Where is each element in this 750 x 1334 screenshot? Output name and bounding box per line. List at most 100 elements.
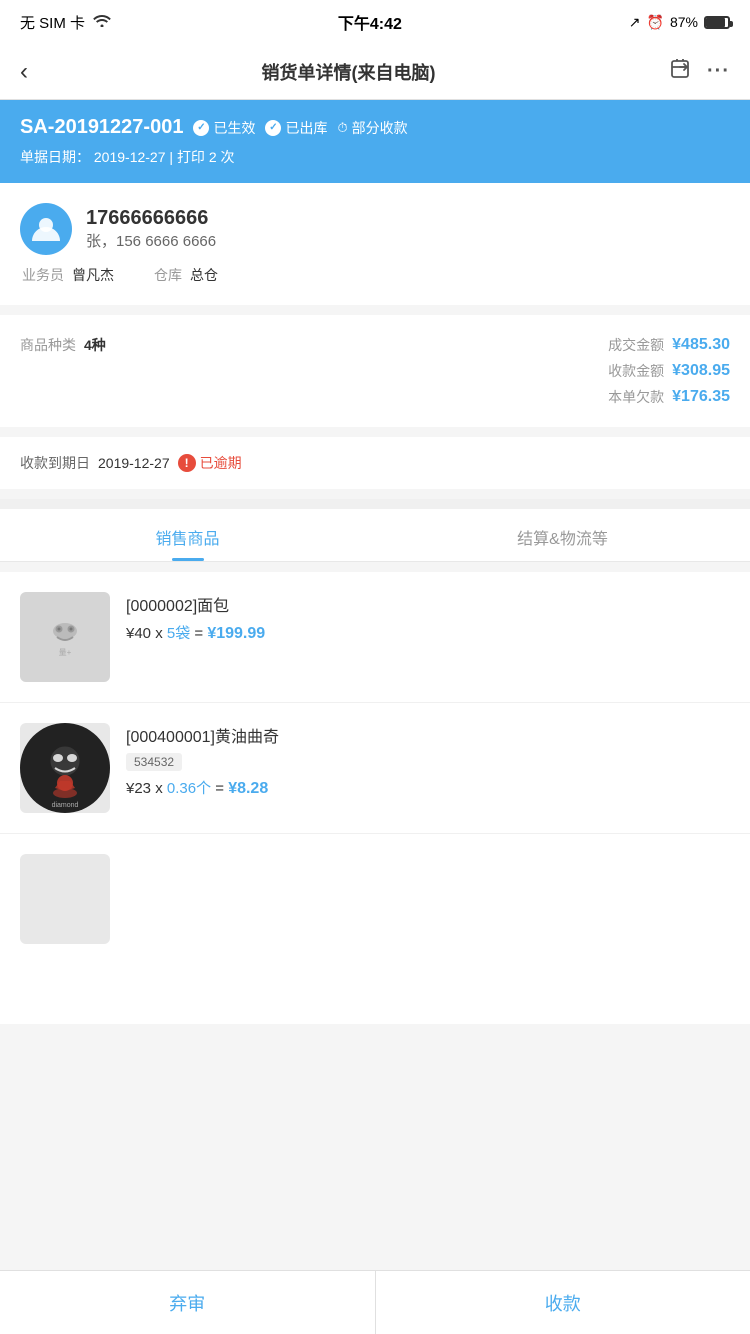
price-qty-2: 0.36个 (167, 780, 211, 797)
product-thumb-2: diamond (20, 723, 110, 813)
carrier-label: 无 SIM 卡 (20, 12, 85, 33)
order-status-badges: ✓ 已生效 ✓ 已出库 ⏱ 部分收款 (193, 118, 407, 138)
status-time: 下午4:42 (338, 10, 402, 34)
nav-actions: ··· (669, 58, 730, 86)
location-icon: ↗ (629, 14, 641, 31)
warehouse-item: 仓库 总仓 (154, 265, 218, 285)
category-label: 商品种类 (20, 335, 76, 355)
wifi-icon (93, 13, 111, 31)
check-icon-2: ✓ (265, 120, 281, 136)
price-qty-1: 5袋 (167, 625, 190, 642)
warehouse-label: 仓库 (154, 265, 182, 285)
received-value: ¥308.95 (672, 362, 730, 380)
product-price-2: ¥23 x 0.36个 = ¥8.28 (126, 777, 730, 798)
section-divider (0, 499, 750, 509)
due-date-value: 2019-12-27 (98, 455, 170, 471)
product-sku-2: 534532 (126, 753, 182, 771)
price-unit-2: ¥23 x (126, 780, 167, 797)
debt-value: ¥176.35 (672, 388, 730, 406)
product-item-2: diamond [000400001]黄油曲奇 534532 ¥23 x 0.3… (0, 703, 750, 834)
product-price-1: ¥40 x 5袋 = ¥199.99 (126, 622, 730, 643)
clock-icon: ⏱ (337, 120, 347, 136)
collect-payment-button[interactable]: 收款 (376, 1271, 750, 1334)
salesperson-label: 业务员 (22, 265, 64, 285)
bottom-bar: 弃审 收款 (0, 1270, 750, 1334)
battery-icon (704, 16, 730, 29)
tab-sales-label: 销售商品 (155, 531, 219, 548)
amount-label: 成交金额 (608, 335, 664, 355)
abandon-review-label: 弃审 (169, 1290, 205, 1316)
order-date: 2019-12-27 (94, 149, 166, 165)
amount-value: ¥485.30 (672, 336, 730, 354)
salesperson-value: 曾凡杰 (72, 265, 114, 285)
status-effective: 已生效 (213, 118, 255, 138)
avatar (20, 203, 72, 255)
tab-settlement-label: 结算&物流等 (517, 531, 608, 548)
status-badge-effective: ✓ 已生效 (193, 118, 255, 138)
back-button[interactable]: ‹ (20, 58, 28, 86)
date-label: 单据日期： (20, 149, 90, 165)
status-partial: 部分收款 (352, 118, 408, 138)
status-badge-partial: ⏱ 部分收款 (337, 118, 407, 138)
debt-label: 本单欠款 (608, 387, 664, 407)
overdue-badge: ! 已逾期 (178, 453, 242, 473)
tabs-section: 销售商品 结算&物流等 (0, 509, 750, 562)
alarm-icon: ⏰ (647, 14, 664, 31)
overdue-text: 已逾期 (200, 453, 242, 473)
summary-grid: 商品种类 4种 成交金额 ¥485.30 收款金额 ¥308.95 本单欠款 ¥… (20, 335, 730, 407)
tab-settlement[interactable]: 结算&物流等 (375, 509, 750, 561)
product-name-2: [000400001]黄油曲奇 (126, 723, 730, 747)
product-item-1: 量+ [0000002]面包 ¥40 x 5袋 = ¥199.99 (0, 572, 750, 703)
price-unit-1: ¥40 x (126, 625, 167, 642)
order-number: SA-20191227-001 (20, 116, 183, 139)
product-item-3-partial (0, 834, 750, 1024)
collect-payment-label: 收款 (545, 1290, 581, 1316)
share-icon[interactable] (669, 58, 691, 86)
received-item: 收款金额 ¥308.95 (608, 361, 730, 381)
product-thumb-3 (20, 854, 110, 944)
order-header: SA-20191227-001 ✓ 已生效 ✓ 已出库 ⏱ 部分收款 单据日期：… (0, 100, 750, 183)
status-bar: 无 SIM 卡 下午4:42 ↗ ⏰ 87% (0, 0, 750, 44)
amount-item: 成交金额 ¥485.30 (608, 335, 730, 355)
price-total-1: ¥199.99 (207, 625, 265, 642)
print-info: 打印 2 次 (177, 149, 235, 165)
tab-sales-products[interactable]: 销售商品 (0, 509, 375, 561)
check-icon-1: ✓ (193, 120, 209, 136)
summary-section: 商品种类 4种 成交金额 ¥485.30 收款金额 ¥308.95 本单欠款 ¥… (0, 315, 750, 427)
product-info-2: [000400001]黄油曲奇 534532 ¥23 x 0.36个 = ¥8.… (126, 723, 730, 798)
products-section: 量+ [0000002]面包 ¥40 x 5袋 = ¥199.99 (0, 572, 750, 1024)
product-info-1: [0000002]面包 ¥40 x 5袋 = ¥199.99 (126, 592, 730, 643)
category-item: 商品种类 4种 (20, 335, 106, 355)
salesperson-item: 业务员 曾凡杰 (22, 265, 114, 285)
due-date-label: 收款到期日 (20, 453, 90, 473)
nav-bar: ‹ 销货单详情(来自电脑) ··· (0, 44, 750, 100)
category-count: 4种 (84, 335, 106, 355)
status-right: ↗ ⏰ 87% (629, 14, 730, 31)
customer-section: 17666666666 张，156 6666 6666 业务员 曾凡杰 仓库 总… (0, 183, 750, 305)
customer-details: 业务员 曾凡杰 仓库 总仓 (20, 265, 730, 285)
svg-text:diamond: diamond (52, 802, 79, 809)
warehouse-value: 总仓 (190, 265, 218, 285)
page-title: 销货单详情(来自电脑) (262, 59, 436, 85)
abandon-review-button[interactable]: 弃审 (0, 1271, 376, 1334)
battery-label: 87% (670, 14, 698, 30)
received-label: 收款金额 (608, 361, 664, 381)
customer-name-phone: 张，156 6666 6666 (86, 230, 216, 251)
product-placeholder-1: 量+ (20, 592, 110, 682)
product-name-1: [0000002]面包 (126, 592, 730, 616)
svg-text:量+: 量+ (59, 648, 72, 657)
more-icon[interactable]: ··· (707, 60, 730, 83)
order-date-row: 单据日期： 2019-12-27 | 打印 2 次 (20, 147, 730, 167)
due-date-section: 收款到期日 2019-12-27 ! 已逾期 (0, 437, 750, 489)
status-left: 无 SIM 卡 (20, 12, 111, 33)
debt-item: 本单欠款 ¥176.35 (608, 387, 730, 407)
status-shipped: 已出库 (285, 118, 327, 138)
summary-left: 商品种类 4种 (20, 335, 106, 407)
customer-id: 17666666666 (86, 207, 216, 230)
customer-row: 17666666666 张，156 6666 6666 (20, 203, 730, 255)
product-thumb-1: 量+ (20, 592, 110, 682)
summary-right: 成交金额 ¥485.30 收款金额 ¥308.95 本单欠款 ¥176.35 (608, 335, 730, 407)
status-badge-shipped: ✓ 已出库 (265, 118, 327, 138)
tabs-bar: 销售商品 结算&物流等 (0, 509, 750, 562)
price-total-2: ¥8.28 (228, 780, 268, 797)
